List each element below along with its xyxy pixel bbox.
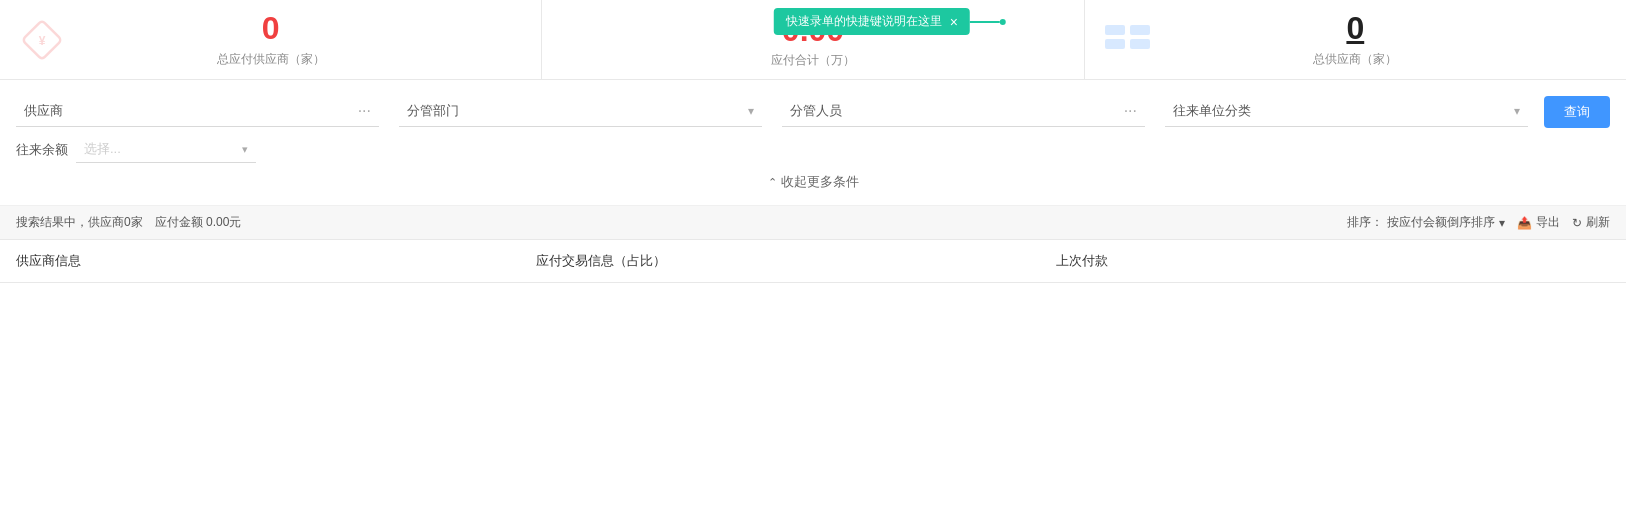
person-label: 分管人员: [790, 102, 842, 120]
svg-text:¥: ¥: [39, 34, 46, 48]
export-button[interactable]: 📤 导出: [1517, 214, 1560, 231]
sort-label: 排序：: [1347, 214, 1383, 231]
balance-label: 往来余额: [16, 141, 68, 159]
filter-row-1: 供应商 ··· 分管部门 ▾ 分管人员 ··· 往来单位分类 ▾ 查询: [16, 94, 1610, 128]
suppliers-count-text: 搜索结果中，供应商0家: [16, 214, 143, 231]
refresh-icon: ↻: [1572, 216, 1582, 230]
collapse-label: 收起更多条件: [781, 173, 859, 191]
collapse-more-btn[interactable]: ⌃ 收起更多条件: [16, 167, 1610, 197]
person-more-btn[interactable]: ···: [1124, 102, 1137, 120]
dept-input[interactable]: [467, 103, 744, 118]
unit-category-label: 往来单位分类: [1173, 102, 1251, 120]
sort-dropdown-icon[interactable]: ▾: [1499, 216, 1505, 230]
unit-category-dropdown-icon[interactable]: ▾: [1514, 104, 1520, 118]
balance-select[interactable]: 选择... ▾: [76, 136, 256, 163]
svg-rect-6: [1130, 25, 1150, 35]
filter-row-2: 往来余额 选择... ▾: [16, 136, 1610, 167]
total-payable-suppliers-value: 0: [262, 11, 280, 46]
results-actions: 排序： 按应付会额倒序排序 ▾ 📤 导出 ↻ 刷新: [1347, 214, 1610, 231]
collapse-icon: ⌃: [768, 176, 777, 189]
balance-dropdown-icon[interactable]: ▾: [242, 143, 248, 156]
amount-text: 应付金额 0.00元: [155, 214, 242, 231]
col-header-supplier-info: 供应商信息: [16, 252, 536, 270]
diamond-icon: ¥: [20, 18, 64, 62]
table-header: 供应商信息 应付交易信息（占比） 上次付款: [0, 240, 1626, 283]
unit-category-filter[interactable]: 往来单位分类 ▾: [1165, 95, 1528, 127]
stats-bar: ¥ 0 总应付供应商（家） 0.00 应付合计（万） 快速录单的快捷键说明在这里…: [0, 0, 1626, 80]
tooltip-dot: [998, 17, 1008, 27]
dept-label: 分管部门: [407, 102, 459, 120]
supplier-more-btn[interactable]: ···: [358, 102, 371, 120]
svg-rect-5: [1105, 39, 1125, 49]
col-header-last-payment: 上次付款: [1056, 252, 1610, 270]
unit-category-input[interactable]: [1259, 103, 1510, 118]
tooltip-close-btn[interactable]: ×: [950, 15, 958, 29]
stat-total-suppliers: 0 总供应商（家）: [1085, 0, 1626, 79]
refresh-label: 刷新: [1586, 214, 1610, 231]
sort-button[interactable]: 排序： 按应付会额倒序排序 ▾: [1347, 214, 1505, 231]
results-summary: 搜索结果中，供应商0家 应付金额 0.00元: [16, 214, 241, 231]
supplier-input[interactable]: [71, 103, 354, 118]
svg-rect-4: [1105, 25, 1125, 35]
total-payable-suppliers-label: 总应付供应商（家）: [217, 51, 325, 68]
total-suppliers-value: 0: [1346, 11, 1364, 46]
table-body: [0, 283, 1626, 483]
tooltip-text: 快速录单的快捷键说明在这里: [786, 13, 942, 30]
results-bar: 搜索结果中，供应商0家 应付金额 0.00元 排序： 按应付会额倒序排序 ▾ 📤…: [0, 206, 1626, 240]
stat-total-payable-suppliers: ¥ 0 总应付供应商（家）: [0, 0, 542, 79]
query-button[interactable]: 查询: [1544, 96, 1610, 128]
tooltip-bubble: 快速录单的快捷键说明在这里 ×: [774, 8, 970, 35]
person-filter[interactable]: 分管人员 ···: [782, 95, 1145, 127]
balance-placeholder: 选择...: [84, 140, 242, 158]
payable-total-label: 应付合计（万）: [771, 52, 855, 69]
stat-payable-total: 0.00 应付合计（万） 快速录单的快捷键说明在这里 ×: [542, 0, 1084, 79]
person-input[interactable]: [850, 103, 1120, 118]
dept-filter[interactable]: 分管部门 ▾: [399, 95, 762, 127]
export-icon: 📤: [1517, 216, 1532, 230]
total-suppliers-label: 总供应商（家）: [1313, 51, 1397, 68]
col-header-transaction-info: 应付交易信息（占比）: [536, 252, 1056, 270]
dept-dropdown-icon[interactable]: ▾: [748, 104, 754, 118]
refresh-button[interactable]: ↻ 刷新: [1572, 214, 1610, 231]
filter-bar: 供应商 ··· 分管部门 ▾ 分管人员 ··· 往来单位分类 ▾ 查询: [0, 80, 1626, 206]
suppliers-icon: [1105, 25, 1155, 55]
sort-value: 按应付会额倒序排序: [1387, 214, 1495, 231]
svg-rect-7: [1130, 39, 1150, 49]
supplier-filter[interactable]: 供应商 ···: [16, 95, 379, 127]
supplier-label: 供应商: [24, 102, 63, 120]
export-label: 导出: [1536, 214, 1560, 231]
